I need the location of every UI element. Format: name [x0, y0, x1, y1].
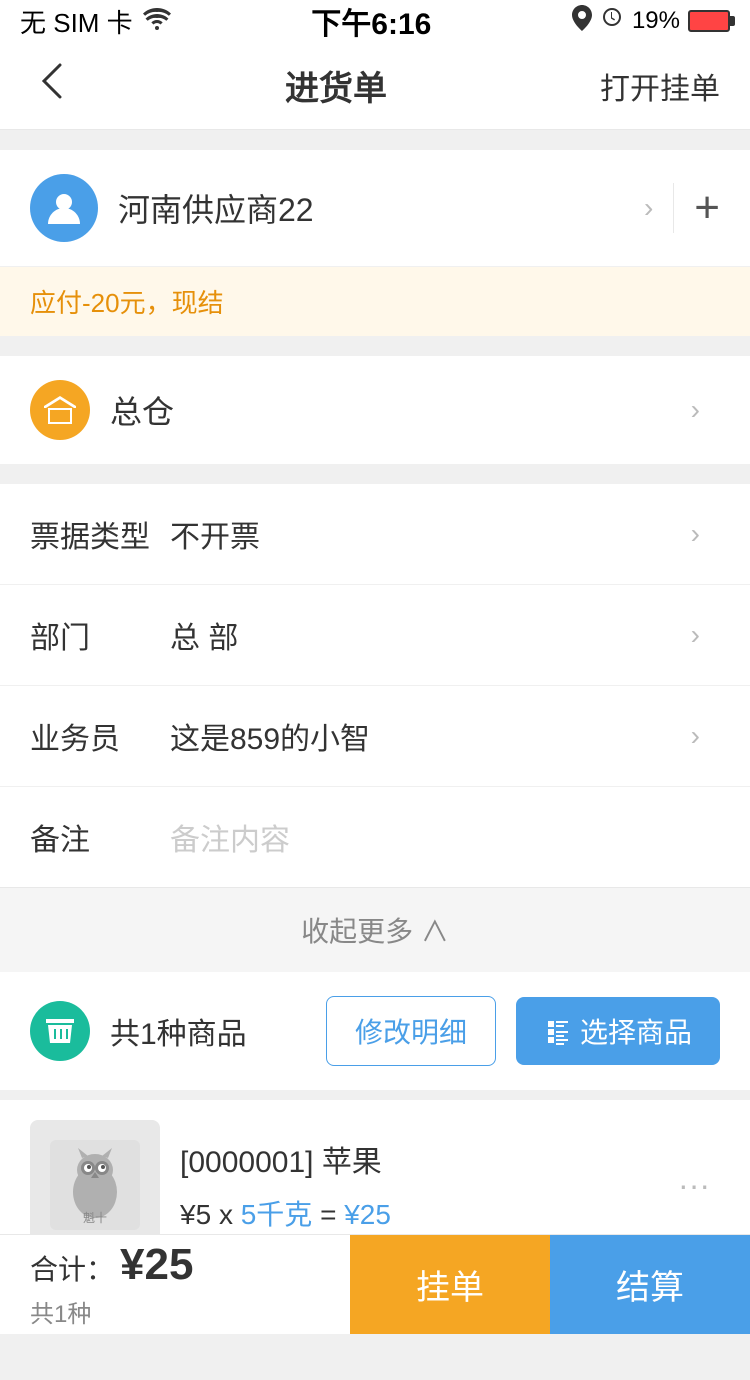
collapse-row[interactable]: 收起更多 ∧: [0, 887, 750, 972]
alarm-icon: [600, 6, 624, 37]
supplier-notice: 应付-20元，现结: [0, 267, 750, 336]
wifi-icon: [143, 6, 171, 37]
form-section: 票据类型 不开票 › 部门 总 部 › 业务员 这是859的小智 › 备注 备注…: [0, 484, 750, 887]
remark-input[interactable]: 备注内容: [150, 815, 720, 859]
page-title: 进货单: [285, 61, 387, 110]
total-amount: ¥25: [120, 1240, 193, 1290]
dept-value: 总 部: [150, 613, 691, 657]
battery-percent: 19%: [632, 7, 680, 35]
status-left: 无 SIM 卡: [20, 3, 171, 40]
add-supplier-button[interactable]: +: [673, 183, 720, 233]
invoice-value: 不开票: [150, 512, 691, 556]
warehouse-name: 总仓: [110, 387, 691, 433]
product-count-text: 共1种商品: [110, 1009, 306, 1053]
product-info: [0000001] 苹果 ¥5 x 5千克 = ¥25: [180, 1137, 648, 1233]
product-thumbnail: 魁十: [30, 1120, 160, 1250]
salesperson-chevron-icon: ›: [691, 720, 700, 752]
status-right: 19%: [572, 5, 730, 38]
section-gap-2: [0, 336, 750, 356]
remark-row[interactable]: 备注 备注内容: [0, 786, 750, 887]
warehouse-section[interactable]: 总仓 ›: [0, 356, 750, 464]
dept-row[interactable]: 部门 总 部 ›: [0, 584, 750, 685]
supplier-row[interactable]: 河南供应商22 › +: [0, 150, 750, 267]
invoice-chevron-icon: ›: [691, 518, 700, 550]
back-button[interactable]: [30, 53, 72, 118]
product-price: ¥5 x 5千克 = ¥25: [180, 1193, 648, 1233]
warehouse-chevron-icon: ›: [691, 394, 700, 426]
carrier-text: 无 SIM 卡: [20, 3, 133, 40]
edit-detail-button[interactable]: 修改明细: [326, 996, 496, 1066]
product-multiply: x: [219, 1199, 241, 1230]
product-name: [0000001] 苹果: [180, 1137, 648, 1181]
salesperson-value: 这是859的小智: [150, 714, 691, 758]
total-currency: ¥: [120, 1240, 144, 1289]
supplier-chevron-icon: ›: [644, 192, 653, 224]
product-code: [0000001]: [180, 1146, 313, 1179]
location-icon: [572, 5, 592, 38]
bottom-bar: 合计： ¥25 共1种 挂单 结算: [0, 1234, 750, 1334]
select-product-label: 选择商品: [580, 1011, 692, 1051]
section-gap-1: [0, 130, 750, 150]
warehouse-icon: [30, 380, 90, 440]
product-title: 苹果: [322, 1146, 382, 1179]
supplier-name: 河南供应商22: [118, 185, 644, 231]
settle-button[interactable]: 结算: [550, 1235, 750, 1334]
product-total: ¥25: [344, 1199, 391, 1230]
product-quantity: 5千克: [241, 1199, 313, 1230]
svg-text:魁十: 魁十: [83, 1210, 107, 1225]
total-label: 合计： ¥25: [30, 1240, 350, 1290]
warehouse-row[interactable]: 总仓 ›: [0, 356, 750, 464]
total-value: 25: [145, 1240, 194, 1289]
total-section: 合计： ¥25 共1种: [0, 1235, 350, 1334]
supplier-section: 河南供应商22 › + 应付-20元，现结: [0, 150, 750, 336]
supplier-avatar: [30, 174, 98, 242]
remark-label: 备注: [30, 815, 150, 859]
select-product-button[interactable]: 选择商品: [516, 997, 720, 1065]
salesperson-label: 业务员: [30, 714, 150, 758]
status-bar: 无 SIM 卡 下午6:16 19%: [0, 0, 750, 42]
product-equals: =: [320, 1199, 344, 1230]
hang-order-button[interactable]: 挂单: [350, 1235, 550, 1334]
product-header: 共1种商品 修改明细 选择商品: [0, 972, 750, 1090]
section-gap-3: [0, 464, 750, 484]
dept-chevron-icon: ›: [691, 619, 700, 651]
product-unit-price: ¥5: [180, 1199, 211, 1230]
collapse-label: 收起更多 ∧: [301, 910, 449, 950]
salesperson-row[interactable]: 业务员 这是859的小智 ›: [0, 685, 750, 786]
status-time: 下午6:16: [311, 0, 431, 43]
dept-label: 部门: [30, 613, 150, 657]
nav-bar: 进货单 打开挂单: [0, 42, 750, 130]
invoice-row[interactable]: 票据类型 不开票 ›: [0, 484, 750, 584]
open-hang-button[interactable]: 打开挂单: [600, 64, 720, 108]
product-count-icon: [30, 1001, 90, 1061]
battery-icon: [688, 10, 730, 32]
product-menu-button[interactable]: ···: [668, 1157, 720, 1214]
total-count: 共1种: [30, 1294, 350, 1329]
total-text: 合计：: [30, 1248, 114, 1288]
invoice-label: 票据类型: [30, 512, 150, 556]
